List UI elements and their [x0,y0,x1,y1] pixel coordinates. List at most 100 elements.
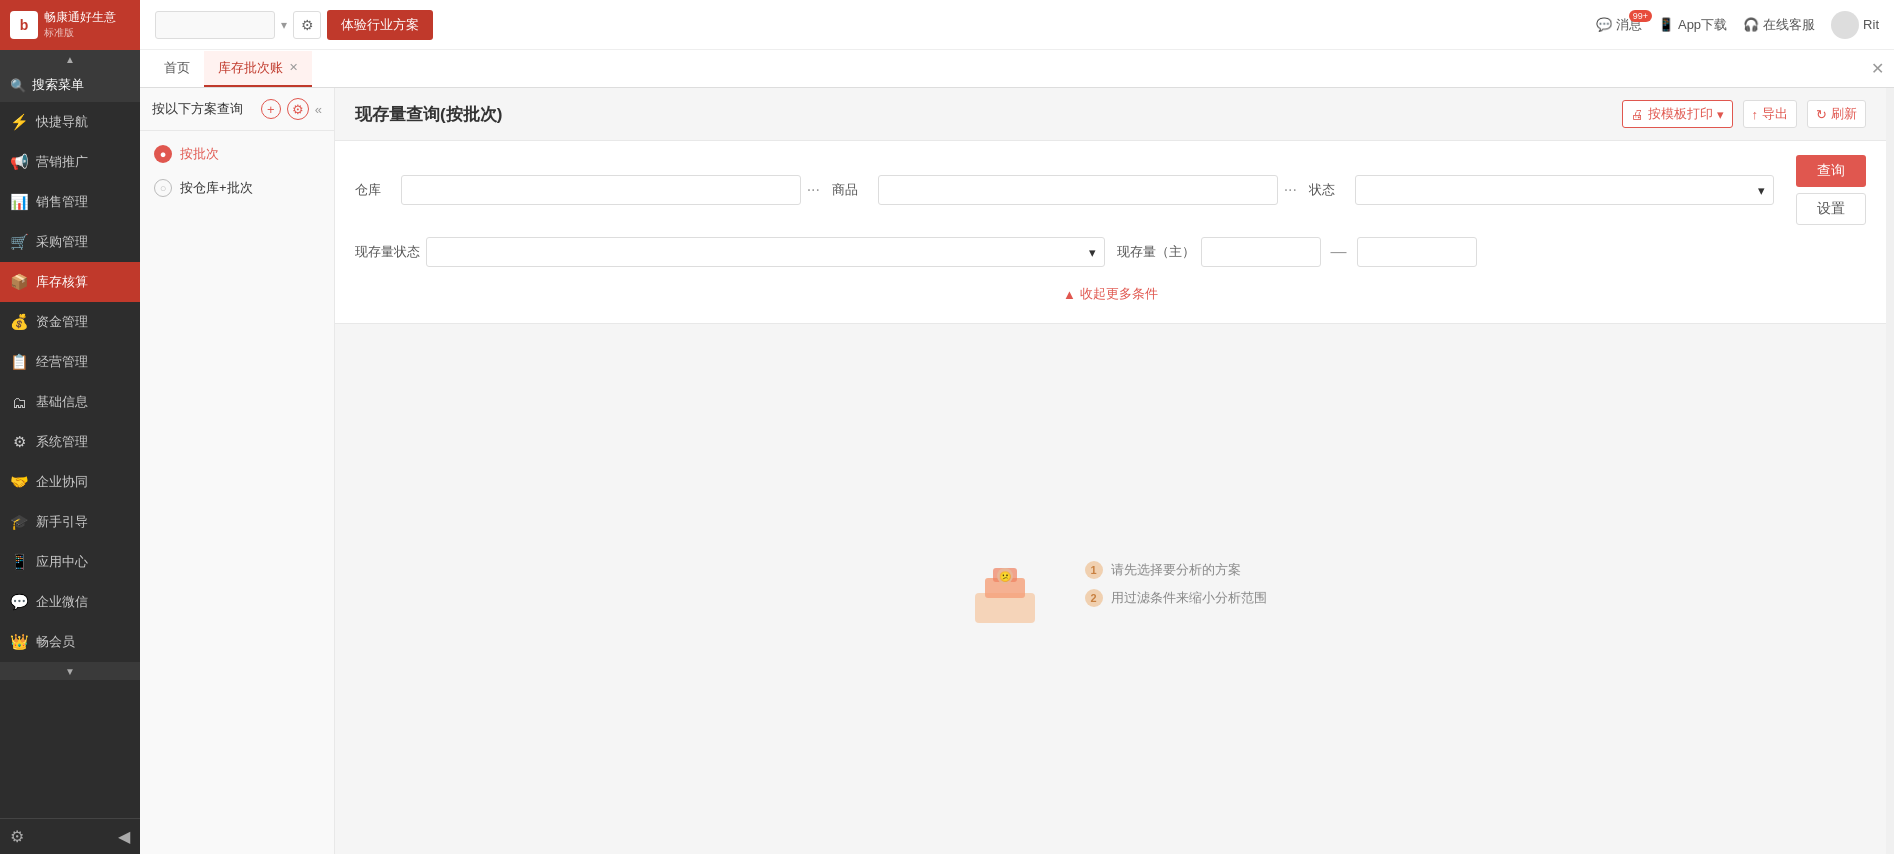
stock-status-filter-group: 现存量状态 ▾ [355,237,1105,267]
app-name: 畅康通好生意 [44,10,116,26]
collapse-conditions-btn[interactable]: ▲ 收起更多条件 [355,279,1866,309]
sidebar-item-newbie[interactable]: 🎓 新手引导 [0,502,140,542]
sidebar-header: b 畅康通好生意 标准版 [0,0,140,50]
collapse-label: 收起更多条件 [1080,285,1158,303]
query-btn[interactable]: 查询 [1796,155,1866,187]
plan-item-by-warehouse-batch[interactable]: ○ 按仓库+批次 [140,171,334,205]
print-btn[interactable]: 🖨 按模板打印 ▾ [1622,100,1733,128]
warehouse-label: 仓库 [355,181,395,199]
left-panel-header: 按以下方案查询 + ⚙ « [140,88,334,131]
message-badge: 99+ [1629,10,1652,22]
operations-icon: 📋 [10,353,28,371]
basic-icon: 🗂 [10,393,28,411]
settings-btn[interactable]: 设置 [1796,193,1866,225]
topbar-chevron-icon[interactable]: ▾ [281,18,287,32]
member-icon: 👑 [10,633,28,651]
sidebar-item-label: 库存核算 [36,273,88,291]
stock-qty-min-input[interactable] [1201,237,1321,267]
online-service-btn[interactable]: 🎧 在线客服 [1743,16,1815,34]
add-plan-btn[interactable]: + [261,99,281,119]
sidebar-scroll-up[interactable]: ▲ [0,50,140,68]
export-icon: ↑ [1752,107,1759,122]
hint-text-1: 请先选择要分析的方案 [1111,561,1241,579]
sidebar-item-wechat[interactable]: 💬 企业微信 [0,582,140,622]
sidebar-item-appstore[interactable]: 📱 应用中心 [0,542,140,582]
print-label: 按模板打印 [1648,105,1713,123]
right-scrollbar[interactable] [1886,88,1894,854]
product-dots[interactable]: ··· [1284,181,1297,199]
sidebar-search-item[interactable]: 🔍 搜索菜单 [0,68,140,102]
content-area: 现存量查询(按批次) 🖨 按模板打印 ▾ ↑ 导出 ↻ 刷新 [335,88,1886,854]
topbar-right: 💬 消息 99+ 📱 App下载 🎧 在线客服 Rit [1596,11,1879,39]
online-service-label: 在线客服 [1763,16,1815,34]
print-icon: 🖨 [1631,107,1644,122]
sidebar-item-finance[interactable]: 💰 资金管理 [0,302,140,342]
warehouse-dots[interactable]: ··· [807,181,820,199]
inventory-icon: 📦 [10,273,28,291]
stock-qty-label: 现存量（主） [1117,243,1195,261]
purchase-icon: 🛒 [10,233,28,251]
tab-panel-close-icon[interactable]: ✕ [1871,59,1884,78]
sidebar-item-enterprise[interactable]: 🤝 企业协同 [0,462,140,502]
empty-illustration: 😕 [955,538,1055,641]
tab-inventory-batch[interactable]: 库存批次账 ✕ [204,51,312,87]
sidebar-item-sales[interactable]: 📊 销售管理 [0,182,140,222]
sidebar: b 畅康通好生意 标准版 ▲ 🔍 搜索菜单 ⚡ 快捷导航 📢 营销推广 📊 销售… [0,0,140,854]
sidebar-item-operations[interactable]: 📋 经营管理 [0,342,140,382]
app-title-area: 畅康通好生意 标准版 [44,10,116,40]
topbar-search-input[interactable] [155,11,275,39]
marketing-icon: 📢 [10,153,28,171]
status-chevron-icon: ▾ [1758,183,1765,198]
sidebar-item-marketing[interactable]: 📢 营销推广 [0,142,140,182]
app-download-btn[interactable]: 📱 App下载 [1658,16,1727,34]
empty-hint-1: 1 请先选择要分析的方案 [1085,561,1267,579]
export-btn[interactable]: ↑ 导出 [1743,100,1798,128]
sidebar-item-label: 应用中心 [36,553,88,571]
sidebar-item-inventory[interactable]: 📦 库存核算 [0,262,140,302]
left-panel: 按以下方案查询 + ⚙ « ● 按批次 ○ 按 [140,88,335,854]
plan-item-by-batch[interactable]: ● 按批次 [140,137,334,171]
footer-settings-icon[interactable]: ⚙ [10,827,24,846]
page-header: 现存量查询(按批次) 🖨 按模板打印 ▾ ↑ 导出 ↻ 刷新 [335,88,1886,141]
product-input[interactable] [878,175,1278,205]
tab-close-icon[interactable]: ✕ [289,61,298,74]
experience-btn[interactable]: 体验行业方案 [327,10,433,40]
headset-icon: 🎧 [1743,17,1759,32]
stock-status-chevron-icon: ▾ [1089,245,1096,260]
warehouse-input[interactable] [401,175,801,205]
sidebar-item-basic[interactable]: 🗂 基础信息 [0,382,140,422]
product-label: 商品 [832,181,872,199]
sidebar-item-purchase[interactable]: 🛒 采购管理 [0,222,140,262]
hint-num-1: 1 [1085,561,1103,579]
gear-icon: ⚙ [292,102,304,117]
sidebar-item-quick-nav[interactable]: ⚡ 快捷导航 [0,102,140,142]
plan-list: ● 按批次 ○ 按仓库+批次 [140,131,334,211]
action-btns: 查询 设置 [1796,155,1866,225]
newbie-icon: 🎓 [10,513,28,531]
refresh-btn[interactable]: ↻ 刷新 [1807,100,1866,128]
app-version: 标准版 [44,26,116,40]
username-label: Rit [1863,17,1879,32]
page-title: 现存量查询(按批次) [355,103,502,126]
stock-status-select[interactable]: ▾ [426,237,1105,267]
footer-collapse-icon[interactable]: ◀ [118,827,130,846]
sidebar-item-label: 新手引导 [36,513,88,531]
sidebar-item-member[interactable]: 👑 畅会员 [0,622,140,662]
plan-settings-btn[interactable]: ⚙ [287,98,309,120]
page-header-actions: 🖨 按模板打印 ▾ ↑ 导出 ↻ 刷新 [1622,100,1867,128]
plan-item-label: 按批次 [180,145,219,163]
messages-btn[interactable]: 💬 消息 99+ [1596,16,1642,34]
tab-home[interactable]: 首页 [150,51,204,87]
status-select[interactable]: ▾ [1355,175,1774,205]
panel-collapse-btn[interactable]: « [315,102,322,117]
topbar-settings-btn[interactable]: ⚙ [293,11,321,39]
tab-inventory-batch-label: 库存批次账 [218,59,283,77]
avatar [1831,11,1859,39]
tab-home-label: 首页 [164,59,190,77]
stock-qty-max-input[interactable] [1357,237,1477,267]
sidebar-scroll-down[interactable]: ▼ [0,662,140,680]
sidebar-item-label: 资金管理 [36,313,88,331]
user-menu[interactable]: Rit [1831,11,1879,39]
hint-num-2: 2 [1085,589,1103,607]
sidebar-item-system[interactable]: ⚙ 系统管理 [0,422,140,462]
